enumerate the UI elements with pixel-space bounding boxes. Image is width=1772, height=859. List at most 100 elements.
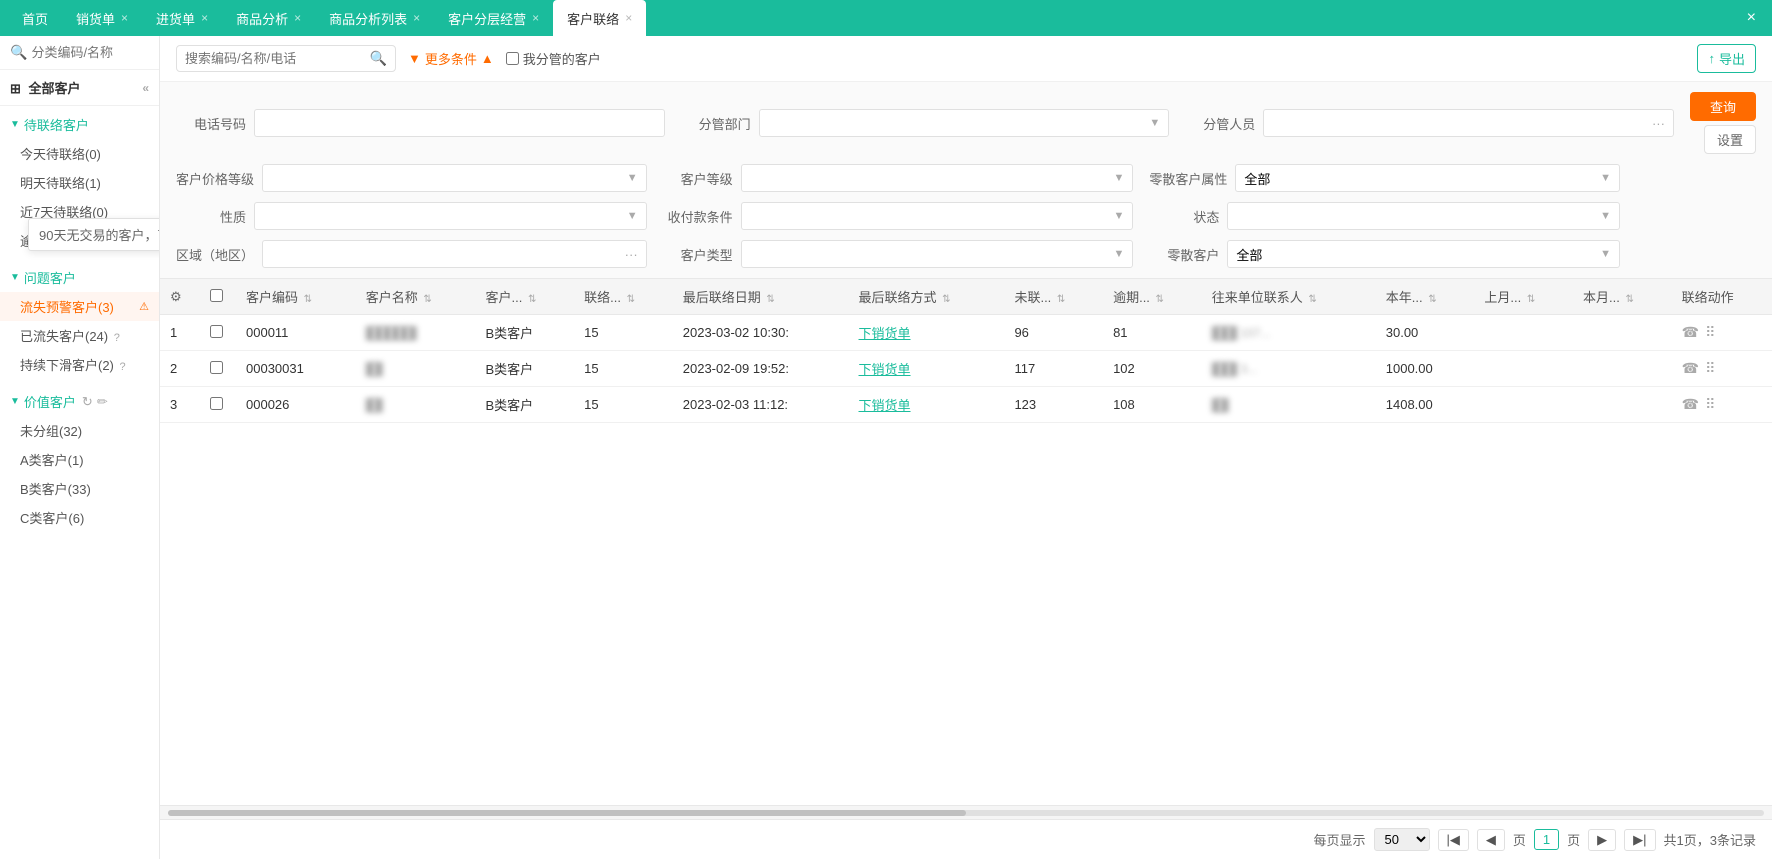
- filter-dept-label: 分管部门: [681, 114, 751, 133]
- refresh-icon[interactable]: ↻: [82, 394, 93, 410]
- scrollbar-track[interactable]: [168, 810, 1764, 816]
- more-actions-icon[interactable]: ⠿: [1705, 324, 1715, 341]
- tab-close-icon[interactable]: ×: [625, 11, 632, 25]
- tab-product-analysis[interactable]: 商品分析 ×: [222, 0, 315, 36]
- my-customers-filter[interactable]: 我分管的客户: [506, 49, 601, 68]
- tab-home[interactable]: 首页: [8, 0, 62, 36]
- sidebar-group-value-title[interactable]: ▼ 价值客户 ↻ ✏: [0, 387, 159, 416]
- sidebar-item-churned[interactable]: 已流失客户(24) ?: [0, 321, 159, 350]
- tab-customer-tier[interactable]: 客户分层经营 ×: [434, 0, 553, 36]
- cell-type: B类客户: [476, 315, 575, 351]
- th-settings[interactable]: ⚙: [160, 279, 200, 315]
- filter-zero-customer-label: 零散客户: [1149, 245, 1219, 264]
- cell-last-method[interactable]: 下销货单: [849, 315, 1005, 351]
- filter-customer-level-select[interactable]: ▼: [741, 164, 1134, 192]
- more-icon[interactable]: ···: [1652, 116, 1665, 131]
- sidebar-item-ungrouped[interactable]: 未分组(32): [0, 416, 159, 445]
- filter-phone-input[interactable]: [254, 109, 665, 137]
- sidebar-group-pending-title[interactable]: ▼ 待联络客户: [0, 110, 159, 139]
- filter-payment-select[interactable]: ▼: [741, 202, 1134, 230]
- sidebar-group-problem-title[interactable]: ▼ 问题客户: [0, 263, 159, 292]
- cell-checkbox[interactable]: [200, 351, 236, 387]
- sidebar-item-class-a[interactable]: A类客户(1): [0, 445, 159, 474]
- cell-last-method[interactable]: 下销货单: [849, 387, 1005, 423]
- tab-sales-order[interactable]: 销货单 ×: [62, 0, 142, 36]
- cell-checkbox[interactable]: [200, 387, 236, 423]
- th-last-contact-method: 最后联络方式 ⇅: [849, 279, 1005, 315]
- search-submit-icon[interactable]: 🔍: [370, 50, 387, 67]
- content-area: 🔍 ▼ 更多条件 ▲ 我分管的客户 ↑ 导出 电话号码: [160, 36, 1772, 859]
- filter-zero-attr-select[interactable]: 全部 ▼: [1235, 164, 1620, 192]
- contact-icon[interactable]: ☎: [1682, 324, 1699, 341]
- filter-row-1: 电话号码 分管部门 ▼ 分管人员 ···: [176, 92, 1756, 154]
- sidebar-item-class-b[interactable]: B类客户(33): [0, 474, 159, 503]
- horizontal-scrollbar[interactable]: [160, 805, 1772, 819]
- edit-icon[interactable]: ✏: [97, 394, 108, 410]
- sidebar-search-input[interactable]: [31, 45, 149, 60]
- last-page-button[interactable]: ▶|: [1624, 829, 1655, 851]
- row-checkbox[interactable]: [210, 361, 223, 374]
- cell-checkbox[interactable]: [200, 315, 236, 351]
- per-page-label: 每页显示: [1314, 830, 1366, 849]
- cell-actions: ☎ ⠿: [1672, 351, 1772, 387]
- th-checkbox[interactable]: [200, 279, 236, 315]
- tab-close-icon[interactable]: ×: [121, 11, 128, 25]
- tab-close-icon[interactable]: ×: [294, 11, 301, 25]
- prev-page-button[interactable]: ◀: [1477, 829, 1505, 851]
- first-page-button[interactable]: |◀: [1438, 829, 1469, 851]
- filter-zero-attr-label: 零散客户属性: [1149, 169, 1227, 188]
- contact-icon[interactable]: ☎: [1682, 360, 1699, 377]
- next-page-button[interactable]: ▶: [1588, 829, 1616, 851]
- sidebar-item-today-pending[interactable]: 今天待联络(0): [0, 139, 159, 168]
- tab-close-icon[interactable]: ×: [532, 11, 539, 25]
- filter-person-select[interactable]: ···: [1263, 109, 1674, 137]
- more-icon[interactable]: ···: [625, 247, 638, 262]
- tab-product-analysis-list[interactable]: 商品分析列表 ×: [315, 0, 434, 36]
- chevron-down-icon: ▼: [1113, 172, 1124, 184]
- warning-icon: ⚠: [139, 300, 149, 313]
- filter-region: 区域（地区） ···: [176, 240, 647, 268]
- chevron-down-icon: ▼: [1600, 248, 1611, 260]
- sidebar-item-declining[interactable]: 持续下滑客户(2) ?: [0, 350, 159, 379]
- filter-zero-customer-select[interactable]: 全部 ▼: [1227, 240, 1620, 268]
- filter-region-input[interactable]: ···: [262, 240, 647, 268]
- query-button[interactable]: 查询: [1690, 92, 1756, 121]
- contact-icon[interactable]: ☎: [1682, 396, 1699, 413]
- window-close-button[interactable]: ×: [1739, 5, 1764, 31]
- scrollbar-thumb[interactable]: [168, 810, 966, 816]
- cell-overdue: 102: [1103, 351, 1202, 387]
- sidebar-item-tomorrow-pending[interactable]: 明天待联络(1): [0, 168, 159, 197]
- more-actions-icon[interactable]: ⠿: [1705, 396, 1715, 413]
- export-icon: ↑: [1708, 51, 1715, 66]
- select-all-checkbox[interactable]: [210, 289, 223, 302]
- tab-close-icon[interactable]: ×: [201, 11, 208, 25]
- filter-customer-type-select[interactable]: ▼: [741, 240, 1134, 268]
- tab-purchase-order[interactable]: 进货单 ×: [142, 0, 222, 36]
- filter-gender-select[interactable]: ▼: [254, 202, 647, 230]
- sidebar-all-customers[interactable]: ⊞ 全部客户 «: [0, 70, 159, 106]
- filter-customer-type-label: 客户类型: [663, 245, 733, 264]
- my-customers-checkbox[interactable]: [506, 52, 519, 65]
- filter-price-level-select[interactable]: ▼: [262, 164, 647, 192]
- settings-icon[interactable]: ⚙: [170, 289, 182, 304]
- more-actions-icon[interactable]: ⠿: [1705, 360, 1715, 377]
- search-input[interactable]: [185, 51, 366, 66]
- filter-status-select[interactable]: ▼: [1227, 202, 1620, 230]
- per-page-select[interactable]: 50 100: [1374, 828, 1430, 851]
- cell-last-month: [1474, 387, 1573, 423]
- row-checkbox[interactable]: [210, 325, 223, 338]
- cell-last-method[interactable]: 下销货单: [849, 351, 1005, 387]
- sidebar-item-churn-warning[interactable]: 流失预警客户(3) ⚠: [0, 292, 159, 321]
- sidebar-collapse-btn[interactable]: «: [142, 81, 149, 95]
- sidebar-item-class-c[interactable]: C类客户(6): [0, 503, 159, 532]
- tab-close-icon[interactable]: ×: [413, 11, 420, 25]
- filter-dept-select[interactable]: ▼: [759, 109, 1170, 137]
- cell-contact: 15: [574, 387, 673, 423]
- filter-icon: ▼: [408, 51, 421, 66]
- sort-icon: ⇅: [528, 294, 536, 305]
- settings-button[interactable]: 设置: [1704, 125, 1756, 154]
- more-conditions-btn[interactable]: ▼ 更多条件 ▲: [408, 49, 494, 68]
- row-checkbox[interactable]: [210, 397, 223, 410]
- tab-customer-contact[interactable]: 客户联络 ×: [553, 0, 646, 36]
- export-button[interactable]: ↑ 导出: [1697, 44, 1756, 73]
